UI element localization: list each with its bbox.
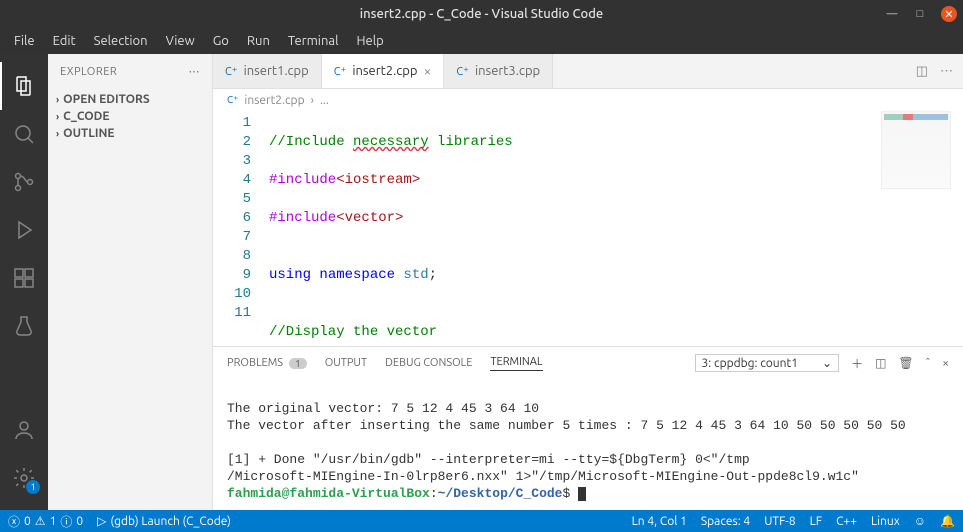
panel-tabs: PROBLEMS1 OUTPUT DEBUG CONSOLE TERMINAL … — [213, 347, 963, 379]
panel-tab-output[interactable]: OUTPUT — [325, 357, 367, 369]
terminal-line: The original vector: 7 5 12 4 45 3 64 10 — [227, 400, 949, 417]
menu-view[interactable]: View — [158, 32, 203, 50]
editor-tabs: C⁺ insert1.cpp C⁺ insert2.cpp × C⁺ inser… — [213, 54, 963, 89]
maximize-button[interactable]: □ — [913, 7, 927, 21]
cpp-file-icon: C⁺ — [227, 94, 238, 106]
settings-badge: 1 — [26, 480, 40, 494]
warning-icon: ⚠ — [35, 514, 46, 528]
panel-actions: 3: cppdbg: count1⌄ ＋ ◫ 🗑 ˆ × — [695, 354, 949, 372]
status-bar: ⓧ0 ⚠1 ⓘ0 ▷(gdb) Launch (C_Code) Ln 4, Co… — [0, 510, 963, 532]
panel-tab-terminal[interactable]: TERMINAL — [490, 356, 542, 371]
code-content[interactable]: //Include necessary libraries #include<i… — [269, 111, 963, 346]
terminal-selector[interactable]: 3: cppdbg: count1⌄ — [695, 354, 840, 372]
sidebar-folder[interactable]: ›C_CODE — [48, 108, 212, 125]
terminal-line: [1] + Done "/usr/bin/gdb" --interpreter=… — [227, 451, 949, 468]
chevron-right-icon: › — [56, 94, 59, 105]
main-area: 1 EXPLORER ⋯ ›OPEN EDITORS ›C_CODE ›OUTL… — [0, 54, 963, 510]
sidebar-open-editors[interactable]: ›OPEN EDITORS — [48, 91, 212, 108]
tab-insert3[interactable]: C⁺ insert3.cpp — [444, 54, 553, 88]
activity-bar: 1 — [0, 54, 48, 510]
status-problems[interactable]: ⓧ0 ⚠1 ⓘ0 — [8, 513, 83, 530]
breadcrumb[interactable]: C⁺ insert2.cpp › ... — [213, 89, 963, 111]
menu-edit[interactable]: Edit — [45, 32, 84, 50]
menu-terminal[interactable]: Terminal — [280, 32, 347, 50]
chevron-right-icon: › — [56, 128, 59, 139]
split-terminal-icon[interactable]: ◫ — [875, 356, 886, 370]
cpp-file-icon: C⁺ — [334, 65, 347, 78]
tab-label: insert2.cpp — [352, 64, 417, 78]
status-lncol[interactable]: Ln 4, Col 1 — [632, 514, 687, 528]
tab-insert1[interactable]: C⁺ insert1.cpp — [213, 54, 322, 88]
menu-run[interactable]: Run — [239, 32, 278, 50]
tab-label: insert1.cpp — [244, 64, 309, 78]
sidebar-title: EXPLORER — [60, 66, 117, 78]
more-icon[interactable]: ⋯ — [189, 65, 201, 78]
bottom-panel: PROBLEMS1 OUTPUT DEBUG CONSOLE TERMINAL … — [213, 346, 963, 510]
editor-area: C⁺ insert1.cpp C⁺ insert2.cpp × C⁺ inser… — [213, 54, 963, 510]
terminal[interactable]: The original vector: 7 5 12 4 45 3 64 10… — [213, 379, 963, 510]
title-bar: insert2.cpp - C_Code - Visual Studio Cod… — [0, 0, 963, 28]
status-feedback-icon[interactable]: ☺ — [914, 514, 926, 528]
panel-tab-debug[interactable]: DEBUG CONSOLE — [385, 357, 472, 369]
play-icon: ▷ — [97, 514, 106, 528]
breadcrumb-file: insert2.cpp — [244, 94, 304, 107]
activity-scm-icon[interactable] — [0, 158, 48, 206]
window-controls: — □ ✕ — [885, 6, 957, 22]
breadcrumb-rest: ... — [320, 94, 329, 107]
status-encoding[interactable]: UTF-8 — [764, 514, 795, 528]
tabs-actions: ◫ ⋯ — [906, 54, 963, 88]
status-bell-icon[interactable]: 🔔 — [940, 514, 955, 528]
sidebar: EXPLORER ⋯ ›OPEN EDITORS ›C_CODE ›OUTLIN… — [48, 54, 213, 510]
panel-close-icon[interactable]: × — [942, 357, 949, 370]
sidebar-outline[interactable]: ›OUTLINE — [48, 125, 212, 142]
panel-toggle-icon[interactable]: ˆ — [926, 357, 931, 370]
sidebar-sections: ›OPEN EDITORS ›C_CODE ›OUTLINE — [48, 89, 212, 144]
menu-go[interactable]: Go — [205, 32, 237, 50]
activity-explorer-icon[interactable] — [0, 62, 48, 110]
chevron-down-icon: ⌄ — [822, 356, 832, 370]
tab-insert2[interactable]: C⁺ insert2.cpp × — [322, 54, 445, 88]
menu-selection[interactable]: Selection — [86, 32, 156, 50]
chevron-right-icon: › — [311, 94, 314, 107]
cpp-file-icon: C⁺ — [225, 65, 238, 78]
status-os[interactable]: Linux — [871, 514, 900, 528]
new-terminal-icon[interactable]: ＋ — [851, 355, 863, 372]
window-title: insert2.cpp - C_Code - Visual Studio Cod… — [360, 7, 603, 21]
menu-help[interactable]: Help — [348, 32, 391, 50]
activity-search-icon[interactable] — [0, 110, 48, 158]
terminal-line: /Microsoft-MIEngine-In-0lrp8er6.nxx" 1>"… — [227, 468, 949, 485]
status-spaces[interactable]: Spaces: 4 — [701, 514, 750, 528]
panel-tab-problems[interactable]: PROBLEMS1 — [227, 357, 307, 369]
activity-debug-icon[interactable] — [0, 206, 48, 254]
terminal-prompt: fahmida@fahmida-VirtualBox:~/Desktop/C_C… — [227, 485, 949, 502]
kill-terminal-icon[interactable]: 🗑 — [898, 356, 913, 370]
status-language[interactable]: C++ — [836, 514, 857, 528]
terminal-cursor — [578, 487, 586, 501]
activity-bottom: 1 — [0, 406, 48, 510]
menu-bar: File Edit Selection View Go Run Terminal… — [0, 28, 963, 54]
status-debug-launch[interactable]: ▷(gdb) Launch (C_Code) — [97, 514, 231, 528]
cpp-file-icon: C⁺ — [456, 65, 469, 78]
activity-settings-icon[interactable]: 1 — [0, 454, 48, 502]
close-button[interactable]: ✕ — [941, 6, 957, 22]
more-actions-icon[interactable]: ⋯ — [940, 64, 953, 79]
menu-file[interactable]: File — [6, 32, 43, 50]
error-icon: ⓧ — [8, 513, 20, 530]
split-editor-icon[interactable]: ◫ — [916, 64, 928, 79]
problems-badge: 1 — [289, 358, 307, 369]
activity-account-icon[interactable] — [0, 406, 48, 454]
tab-label: insert3.cpp — [475, 64, 540, 78]
activity-test-icon[interactable] — [0, 302, 48, 350]
activity-extensions-icon[interactable] — [0, 254, 48, 302]
minimap[interactable] — [881, 111, 951, 189]
info-icon: ⓘ — [60, 513, 72, 530]
minimize-button[interactable]: — — [885, 7, 899, 21]
terminal-line: The vector after inserting the same numb… — [227, 417, 949, 434]
chevron-right-icon: › — [56, 111, 59, 122]
sidebar-header: EXPLORER ⋯ — [48, 54, 212, 89]
line-gutter: 1234567891011 — [213, 111, 269, 346]
status-eol[interactable]: LF — [810, 514, 822, 528]
tab-close-icon[interactable]: × — [424, 63, 432, 79]
code-editor[interactable]: 1234567891011 //Include necessary librar… — [213, 111, 963, 346]
